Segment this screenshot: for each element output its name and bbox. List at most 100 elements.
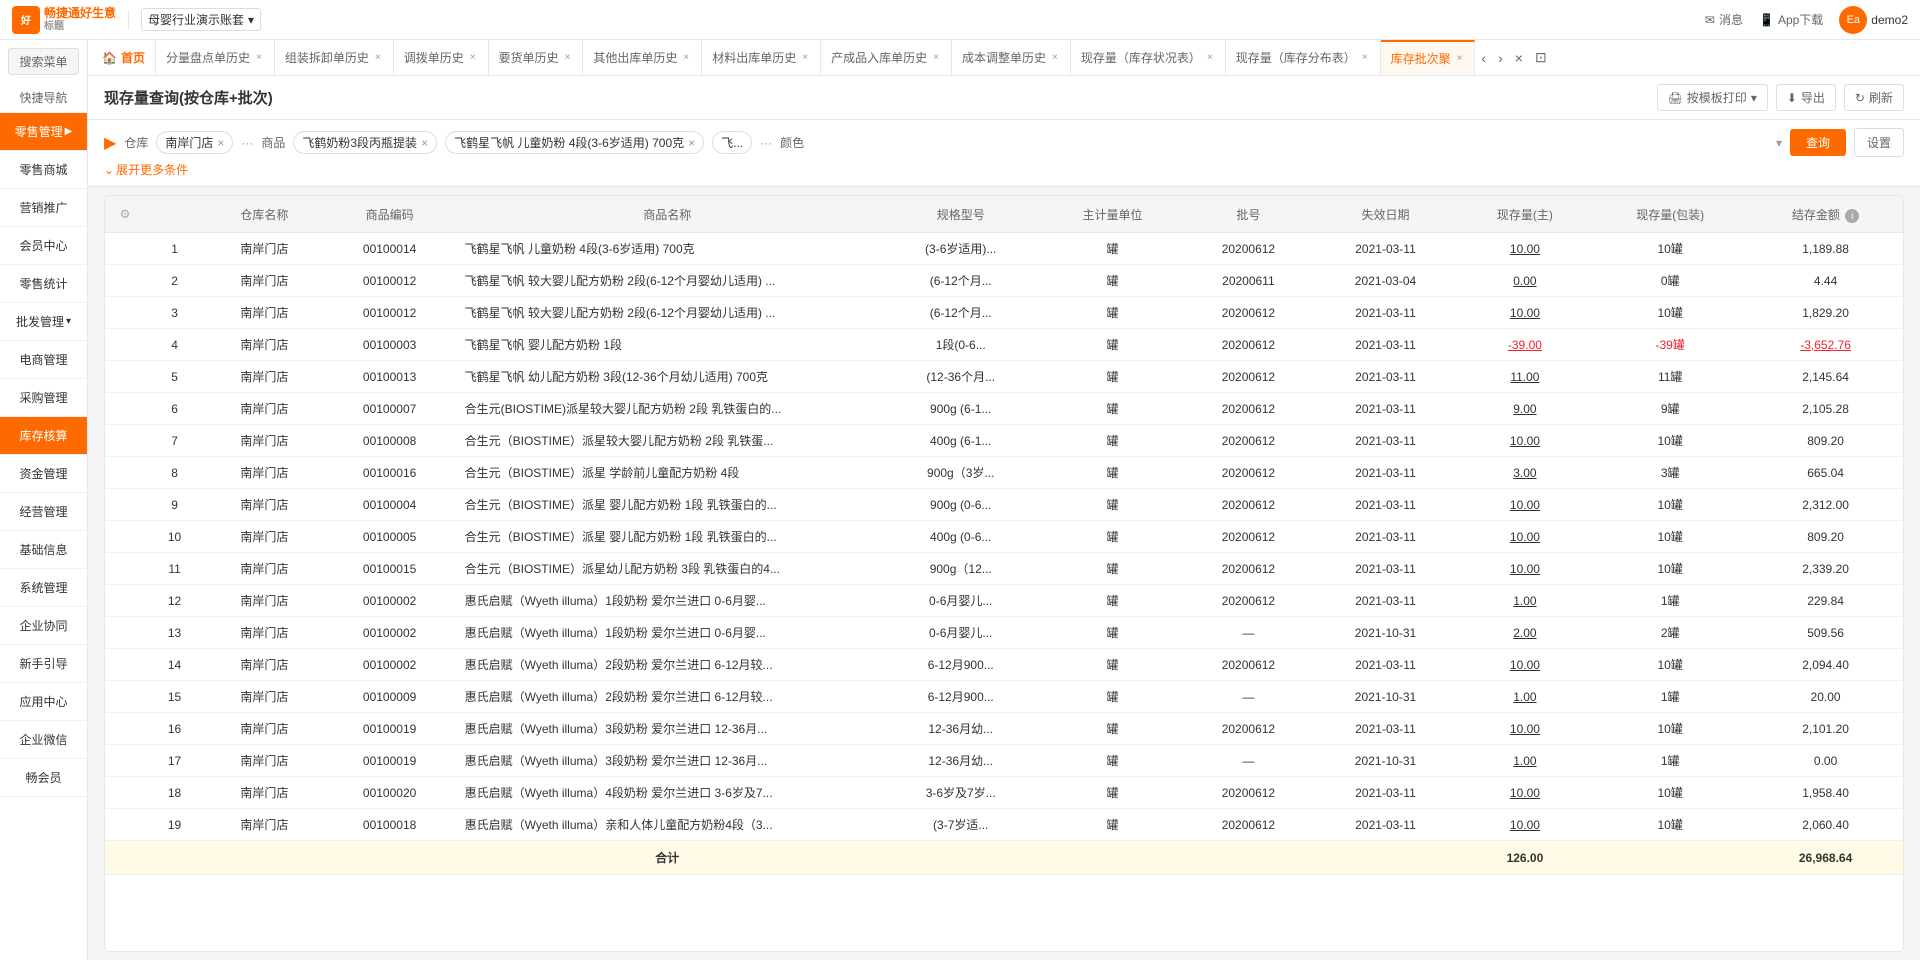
close-tab-fen-pan[interactable]: × [254,52,264,63]
search-btn[interactable]: 查询 [1790,129,1846,156]
template-print-btn[interactable]: 🖨 按模板打印 ▾ [1657,84,1768,111]
sidebar-item-enterprise[interactable]: 企业协同 [0,607,87,645]
row-spec: 900g (6-1... [880,393,1042,425]
tab-yao-huo[interactable]: 要货单历史× [489,40,584,76]
tab-xian-cun-2[interactable]: 现存量（库存分布表）× [1226,40,1381,76]
tab-xian-cun-1[interactable]: 现存量（库存状况表）× [1071,40,1226,76]
row-stock-main[interactable]: -39.00 [1458,329,1593,361]
sidebar-item-retail-store[interactable]: 零售商城 [0,151,87,189]
row-index: 4 [145,329,204,361]
content-area: 🏠首页 分量盘点单历史× 组装拆卸单历史× 调拨单历史× 要货单历史× 其他出库… [88,40,1920,960]
sidebar-item-guide[interactable]: 新手引导 [0,645,87,683]
filter-expand-arrow[interactable]: ▶ [104,133,116,153]
sidebar-item-retail-mgmt[interactable]: 零售管理 ▶ [0,113,87,151]
sidebar-item-mkt[interactable]: 营销推广 [0,189,87,227]
sidebar-item-system[interactable]: 系统管理 [0,569,87,607]
row-stock-main[interactable]: 1.00 [1458,681,1593,713]
settings-btn[interactable]: 设置 [1854,128,1904,157]
tab-cheng-ben[interactable]: 成本调整单历史× [952,40,1071,76]
sidebar-item-inventory[interactable]: 库存核算 [0,417,87,455]
close-tab-ku-cun-pi[interactable]: × [1455,53,1465,64]
tab-menu-btn[interactable]: ⊡ [1529,49,1553,66]
warehouse-more-btn[interactable]: ··· [241,136,253,150]
sidebar-item-ops[interactable]: 经营管理 [0,493,87,531]
remove-product-tag1[interactable]: × [421,136,428,150]
sidebar-item-weixin[interactable]: 企业微信 [0,721,87,759]
tab-next-btn[interactable]: › [1492,50,1509,66]
refresh-btn[interactable]: ↻ 刷新 [1844,84,1904,111]
warehouse-select[interactable]: 母婴行业演示账套 ▾ [141,8,261,31]
balance-info-icon[interactable]: i [1845,209,1859,223]
row-stock-main[interactable]: 1.00 [1458,745,1593,777]
row-expire: 2021-03-11 [1313,489,1457,521]
close-tab-tiao-bo[interactable]: × [468,52,478,63]
expand-more-btn[interactable]: ⌄ 展开更多条件 [104,161,1904,178]
sidebar-item-member[interactable]: 会员中心 [0,227,87,265]
tab-tiao-bo[interactable]: 调拨单历史× [394,40,489,76]
tab-close-all-btn[interactable]: × [1509,50,1529,66]
sidebar-item-wholesale[interactable]: 批发管理▾ [0,303,87,341]
tab-qi-ta-chu[interactable]: 其他出库单历史× [583,40,702,76]
product-filter-tag1[interactable]: 飞鹤奶粉3段丙瓶提装 × [293,131,437,154]
color-dropdown-arrow[interactable]: ▾ [1776,136,1782,150]
tab-ku-cun-pi[interactable]: 库存批次聚× [1381,40,1476,76]
sidebar-item-apps[interactable]: 应用中心 [0,683,87,721]
close-tab-qi-ta-chu[interactable]: × [681,52,691,63]
sidebar-item-retail-stat[interactable]: 零售统计 [0,265,87,303]
gear-icon[interactable]: ⚙ [115,204,135,224]
sidebar-item-finance[interactable]: 资金管理 [0,455,87,493]
footer-gear [105,841,145,875]
close-tab-chan-pin-ru[interactable]: × [931,52,941,63]
row-warehouse: 南岸门店 [204,329,325,361]
row-stock-main[interactable]: 10.00 [1458,521,1593,553]
row-stock-main[interactable]: 9.00 [1458,393,1593,425]
row-stock-main[interactable]: 0.00 [1458,265,1593,297]
tab-zu-chai[interactable]: 组装拆卸单历史× [275,40,394,76]
row-stock-main[interactable]: 10.00 [1458,713,1593,745]
warehouse-filter-tag[interactable]: 南岸门店 × [156,131,233,154]
row-stock-main[interactable]: 10.00 [1458,777,1593,809]
remove-product-tag2[interactable]: × [688,136,695,150]
app-download-btn[interactable]: 📱 App下载 [1759,11,1823,28]
table-row: 4 南岸门店 00100003 飞鹤星飞帆 婴儿配方奶粉 1段 1段(0-6..… [105,329,1903,361]
row-stock-main[interactable]: 10.00 [1458,489,1593,521]
tab-chan-pin-ru[interactable]: 产成品入库单历史× [821,40,952,76]
close-tab-zu-chai[interactable]: × [373,52,383,63]
close-tab-yao-huo[interactable]: × [563,52,573,63]
divider [128,10,129,30]
row-stock-main[interactable]: 10.00 [1458,233,1593,265]
tab-cai-liao[interactable]: 材料出库单历史× [702,40,821,76]
sidebar-item-purchase[interactable]: 采购管理 [0,379,87,417]
export-btn[interactable]: ⬇ 导出 [1776,84,1836,111]
row-stock-main[interactable]: 1.00 [1458,585,1593,617]
row-stock-pkg: 10罐 [1592,297,1748,329]
user-area[interactable]: Ea demo2 [1839,6,1908,34]
row-stock-main[interactable]: 10.00 [1458,809,1593,841]
sidebar-item-vip[interactable]: 畅会员 [0,759,87,797]
sidebar-item-ecom[interactable]: 电商管理 [0,341,87,379]
close-tab-xian-cun-1[interactable]: × [1205,52,1215,63]
row-stock-main[interactable]: 10.00 [1458,425,1593,457]
row-stock-main[interactable]: 2.00 [1458,617,1593,649]
quick-nav-btn[interactable]: 快捷导航 [0,83,87,113]
tab-fen-pan[interactable]: 分量盘点单历史× [156,40,275,76]
row-stock-main[interactable]: 3.00 [1458,457,1593,489]
close-tab-cheng-ben[interactable]: × [1050,52,1060,63]
search-menu-btn[interactable]: 搜索菜单 [8,48,79,75]
row-stock-main[interactable]: 10.00 [1458,297,1593,329]
row-index: 9 [145,489,204,521]
remove-warehouse-tag[interactable]: × [217,136,224,150]
sidebar-item-label: 电商管理 [19,353,67,367]
sidebar-item-basic[interactable]: 基础信息 [0,531,87,569]
row-stock-main[interactable]: 10.00 [1458,649,1593,681]
tab-prev-btn[interactable]: ‹ [1475,50,1492,66]
product-filter-tag2[interactable]: 飞鹤星飞帆 儿童奶粉 4段(3-6岁适用) 700克 × [445,131,704,154]
row-stock-main[interactable]: 11.00 [1458,361,1593,393]
close-tab-xian-cun-2[interactable]: × [1360,52,1370,63]
row-stock-main[interactable]: 10.00 [1458,553,1593,585]
close-tab-cai-liao[interactable]: × [800,52,810,63]
product-filter-tag-more[interactable]: 飞... [712,131,752,154]
tab-home[interactable]: 🏠首页 [92,40,156,76]
message-btn[interactable]: ✉ 消息 [1705,11,1743,28]
product-more-btn[interactable]: ··· [760,136,772,150]
